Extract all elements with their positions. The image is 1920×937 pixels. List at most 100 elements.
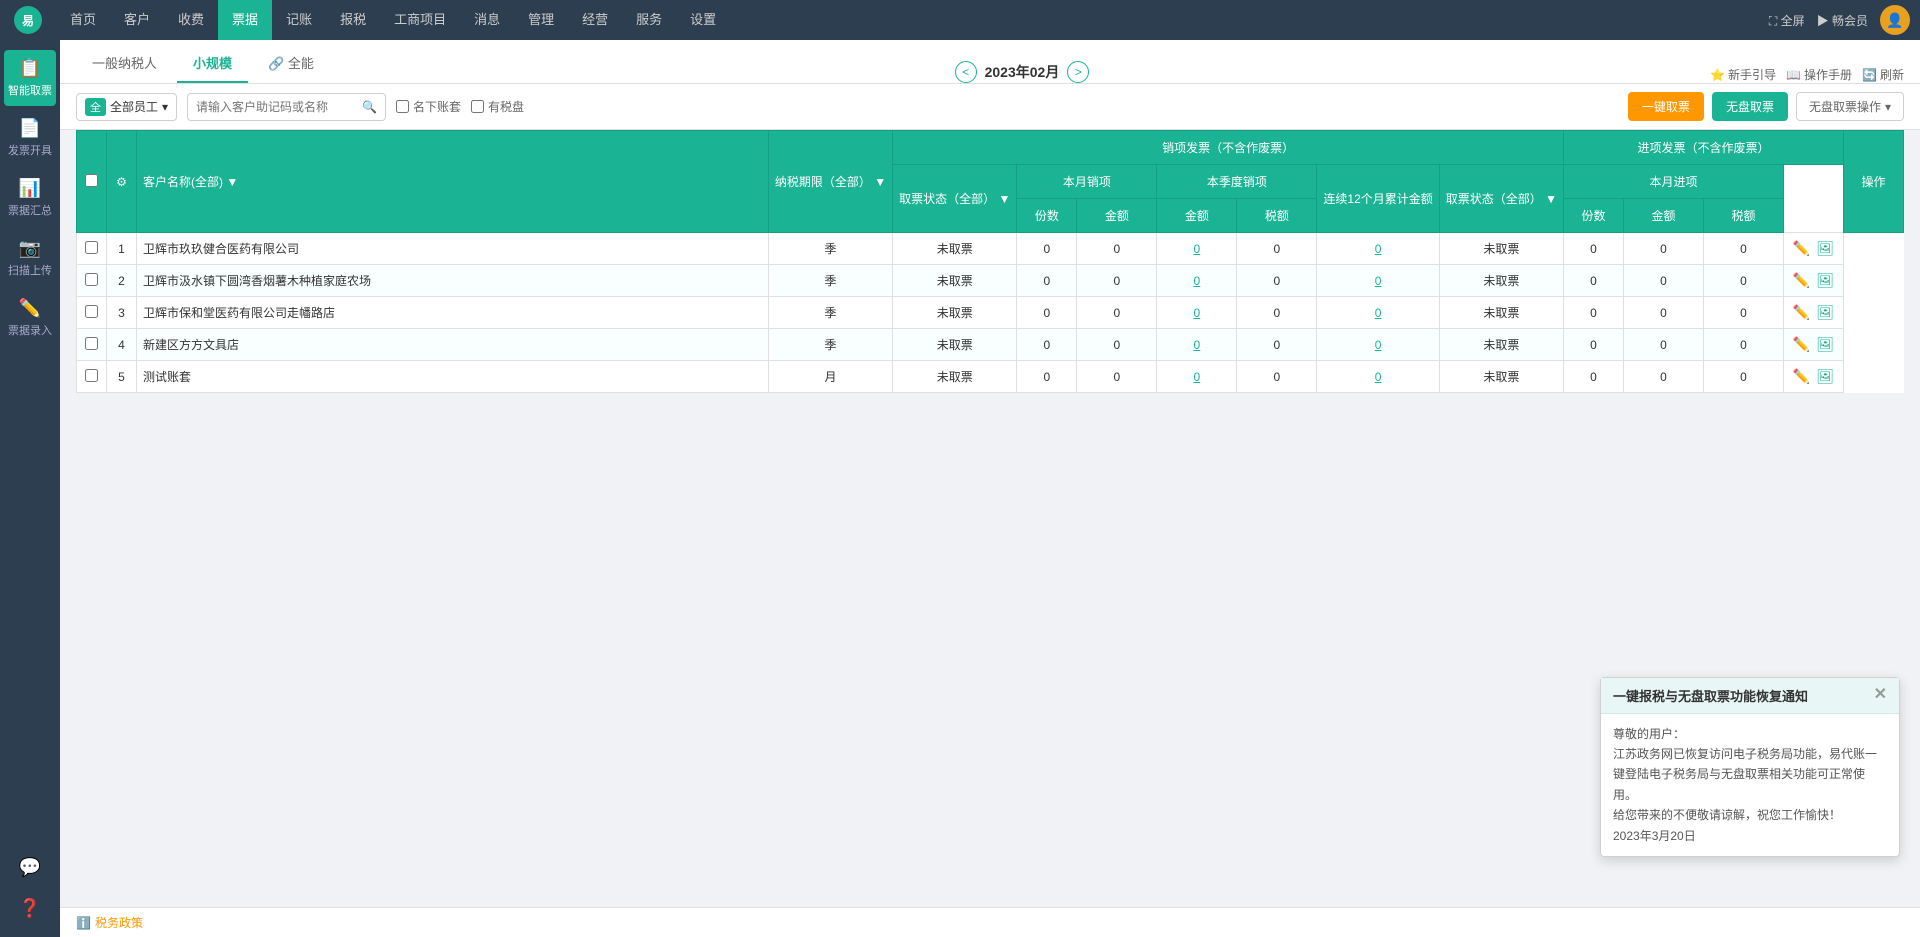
name-account-checkbox[interactable]: 名下账套 xyxy=(396,98,461,115)
sidebar-item-scan-upload[interactable]: 📷 扫描上传 xyxy=(4,230,56,286)
has-tax-disk-checkbox[interactable]: 有税盘 xyxy=(471,98,524,115)
manual-btn[interactable]: 📖 操作手册 xyxy=(1786,66,1852,83)
row-checkbox-4[interactable] xyxy=(85,369,98,382)
nav-service[interactable]: 服务 xyxy=(622,0,676,40)
fullscreen-btn[interactable]: ⛶ 全屏 xyxy=(1769,12,1805,29)
purchase-month-amount-header: 金额 xyxy=(1624,199,1704,233)
filter-icon-purchase-status[interactable]: ▼ xyxy=(1545,192,1557,206)
edit-icon-0[interactable]: ✏️ xyxy=(1793,240,1810,257)
period-next-btn[interactable]: > xyxy=(1067,61,1089,83)
sidebar-item-feedback[interactable]: 💬 xyxy=(4,849,56,886)
search-input[interactable] xyxy=(196,100,356,114)
sidebar-item-help[interactable]: ❓ xyxy=(4,890,56,927)
row-checkbox-2[interactable] xyxy=(85,305,98,318)
filter-icon-sales-status[interactable]: ▼ xyxy=(999,192,1011,206)
sales-quarter-tax-header: 税额 xyxy=(1237,199,1317,233)
nav-operation[interactable]: 经营 xyxy=(568,0,622,40)
sidebar-label-invoice-entry: 票据录入 xyxy=(8,322,52,338)
row-p-m-tax-1: 0 xyxy=(1704,265,1784,297)
view-icon-2[interactable]: 🖼 xyxy=(1816,304,1834,321)
name-account-check[interactable] xyxy=(396,100,409,113)
nav-tax[interactable]: 报税 xyxy=(326,0,380,40)
row-s-q-amount-2: 0 xyxy=(1157,297,1237,329)
nav-fee[interactable]: 收费 xyxy=(164,0,218,40)
nav-business[interactable]: 工商项目 xyxy=(380,0,460,40)
feedback-icon: 💬 xyxy=(19,857,41,878)
filter-icon-client[interactable]: ▼ xyxy=(226,175,238,189)
bottom-bar: ℹ️ 税务政策 xyxy=(60,907,1920,937)
no-disk-ops-btn[interactable]: 无盘取票操作 ▾ xyxy=(1796,92,1904,121)
employee-select[interactable]: 全 全部员工 ▾ xyxy=(76,93,177,121)
nav-message[interactable]: 消息 xyxy=(460,0,514,40)
no-disk-fetch-btn[interactable]: 无盘取票 xyxy=(1712,92,1788,121)
tab-all-in-one[interactable]: 🔗 全能 xyxy=(252,45,330,83)
edit-icon-4[interactable]: ✏️ xyxy=(1793,368,1810,385)
view-icon-0[interactable]: 🖼 xyxy=(1816,240,1834,257)
dropdown-arrow-icon: ▾ xyxy=(1885,100,1891,114)
row-s-m-count-2: 0 xyxy=(1017,297,1077,329)
view-icon-3[interactable]: 🖼 xyxy=(1816,336,1834,353)
row-checkbox-0[interactable] xyxy=(85,241,98,254)
row-num-3: 4 xyxy=(107,329,137,361)
view-icon-1[interactable]: 🖼 xyxy=(1816,272,1834,289)
period-prev-btn[interactable]: < xyxy=(955,61,977,83)
row-s-q-amount-3: 0 xyxy=(1157,329,1237,361)
row-p-m-tax-3: 0 xyxy=(1704,329,1784,361)
user-avatar[interactable]: 👤 xyxy=(1880,5,1910,35)
sidebar-item-invoice-entry[interactable]: ✏️ 票据录入 xyxy=(4,290,56,346)
edit-icon-1[interactable]: ✏️ xyxy=(1793,272,1810,289)
select-all-checkbox[interactable] xyxy=(85,174,98,187)
table-row: 3 卫辉市保和堂医药有限公司走幡路店 季 未取票 0 0 0 0 0 未取票 0… xyxy=(77,297,1904,329)
notification-close-btn[interactable]: ✕ xyxy=(1874,687,1887,703)
new-guide-btn[interactable]: ⭐ 新手引导 xyxy=(1710,66,1776,83)
sidebar-item-invoice-open[interactable]: 📄 发票开具 xyxy=(4,110,56,166)
row-period-2: 季 xyxy=(768,297,892,329)
row-purchase-status-1: 未取票 xyxy=(1439,265,1563,297)
this-month-sales-header: 本月销项 xyxy=(1017,165,1157,199)
purchase-fetch-status-header: 取票状态（全部） ▼ xyxy=(1439,165,1563,233)
row-p-m-count-1: 0 xyxy=(1564,265,1624,297)
row-checkbox-3[interactable] xyxy=(85,337,98,350)
has-tax-disk-check[interactable] xyxy=(471,100,484,113)
filter-icon-period[interactable]: ▼ xyxy=(874,175,886,189)
nav-home[interactable]: 首页 xyxy=(56,0,110,40)
vip-btn[interactable]: ▶ 畅会员 xyxy=(1817,12,1868,29)
tab-small-scale[interactable]: 小规模 xyxy=(177,45,248,83)
row-sales-status-0: 未取票 xyxy=(893,233,1017,265)
sidebar-item-invoice-summary[interactable]: 📊 票据汇总 xyxy=(4,170,56,226)
search-icon[interactable]: 🔍 xyxy=(362,100,377,114)
row-checkbox-1[interactable] xyxy=(85,273,98,286)
settings-col-header: ⚙ xyxy=(107,131,137,233)
notification-body: 尊敬的用户：江苏政务网已恢复访问电子税务局功能，易代账一键登陆电子税务局与无盘取… xyxy=(1601,714,1899,856)
sidebar-bottom: 💬 ❓ xyxy=(4,849,56,937)
nav-accounting[interactable]: 记账 xyxy=(272,0,326,40)
sidebar-item-smart-fetch[interactable]: 📋 智能取票 xyxy=(4,50,56,106)
nav-invoice[interactable]: 票据 xyxy=(218,0,272,40)
this-month-purchase-header: 本月进项 xyxy=(1564,165,1784,199)
row-cumulative-1: 0 xyxy=(1317,265,1439,297)
tab-general-taxpayer[interactable]: 一般纳税人 xyxy=(76,45,173,83)
row-cumulative-4: 0 xyxy=(1317,361,1439,393)
sales-month-count-header: 份数 xyxy=(1017,199,1077,233)
row-p-m-amount-1: 0 xyxy=(1624,265,1704,297)
nav-client[interactable]: 客户 xyxy=(110,0,164,40)
purchase-month-count-header: 份数 xyxy=(1564,199,1624,233)
row-purchase-status-4: 未取票 xyxy=(1439,361,1563,393)
edit-icon-2[interactable]: ✏️ xyxy=(1793,304,1810,321)
nav-settings[interactable]: 设置 xyxy=(676,0,730,40)
purchase-month-tax-header: 税额 xyxy=(1704,199,1784,233)
one-click-fetch-btn[interactable]: 一键取票 xyxy=(1628,92,1704,121)
row-p-m-tax-4: 0 xyxy=(1704,361,1784,393)
edit-icon-3[interactable]: ✏️ xyxy=(1793,336,1810,353)
nav-admin[interactable]: 管理 xyxy=(514,0,568,40)
row-name-0: 卫辉市玖玖健合医药有限公司 xyxy=(137,233,769,265)
view-icon-4[interactable]: 🖼 xyxy=(1816,368,1834,385)
tax-policy-link[interactable]: 税务政策 xyxy=(95,914,143,931)
row-ops-3: ✏️ 🖼 xyxy=(1784,329,1844,361)
refresh-btn[interactable]: 🔄 刷新 xyxy=(1862,66,1904,83)
row-s-m-count-4: 0 xyxy=(1017,361,1077,393)
row-ops-4: ✏️ 🖼 xyxy=(1784,361,1844,393)
scan-upload-icon: 📷 xyxy=(19,238,41,259)
top-nav: 易 首页 客户 收费 票据 记账 报税 工商项目 消息 管理 经营 服务 设置 … xyxy=(0,0,1920,40)
row-p-m-amount-3: 0 xyxy=(1624,329,1704,361)
